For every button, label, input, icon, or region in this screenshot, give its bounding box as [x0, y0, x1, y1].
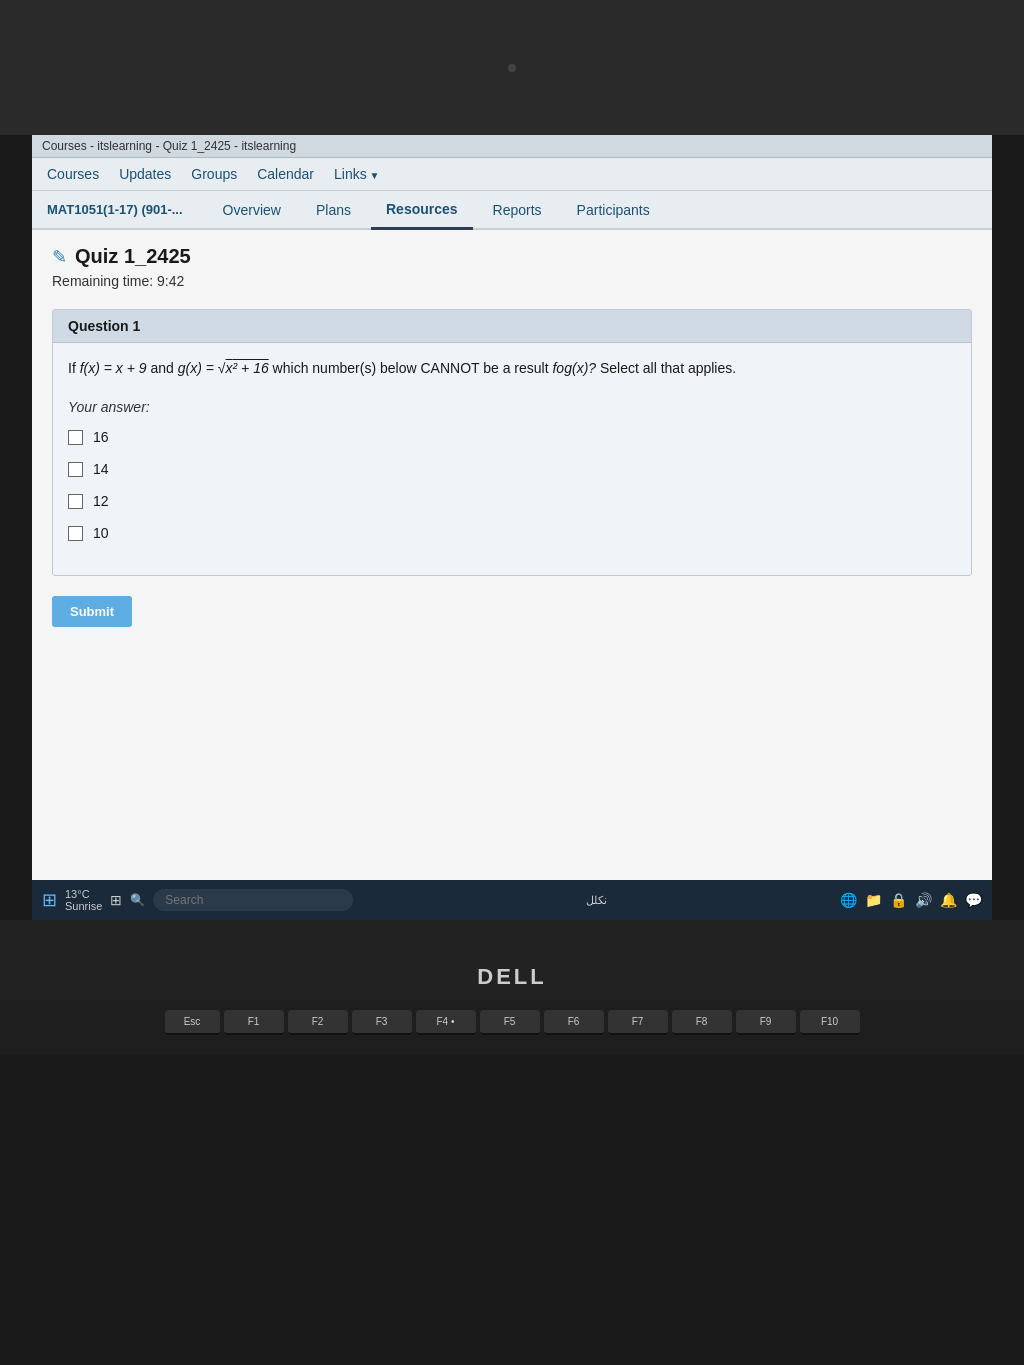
quiz-title: Quiz 1_2425: [75, 245, 191, 268]
laptop-bottom: DELL: [0, 920, 1024, 1000]
math-fx: f(x) = x + 9: [80, 360, 147, 376]
tab-reports[interactable]: Reports: [478, 192, 557, 228]
remaining-time-label: Remaining time:: [52, 273, 153, 289]
checkbox-14[interactable]: [68, 462, 83, 477]
remaining-time-value: 9:42: [157, 273, 184, 289]
taskbar: ⊞ 13°C Sunrise ⊞ 🔍 نكلل 🌐 📁 🔒 🔊 🔔 💬: [32, 880, 992, 920]
checkbox-10[interactable]: [68, 526, 83, 541]
key-f4[interactable]: F4 •: [416, 1010, 476, 1035]
taskbar-icon-3[interactable]: 🔒: [890, 892, 907, 908]
key-f3[interactable]: F3: [352, 1010, 412, 1035]
key-f9[interactable]: F9: [736, 1010, 796, 1035]
key-f8[interactable]: F8: [672, 1010, 732, 1035]
key-f1[interactable]: F1: [224, 1010, 284, 1035]
nav-groups[interactable]: Groups: [191, 166, 237, 182]
taskbar-icon-4[interactable]: 🔊: [915, 892, 932, 908]
course-breadcrumb[interactable]: MAT1051(1-17) (901-...: [47, 192, 193, 227]
taskbar-icon-1[interactable]: 🌐: [840, 892, 857, 908]
math-gx: g(x) = √x² + 16: [178, 360, 269, 376]
your-answer-label: Your answer:: [68, 399, 956, 415]
checkbox-12[interactable]: [68, 494, 83, 509]
tab-plans[interactable]: Plans: [301, 192, 366, 228]
math-fog: fog(x)?: [552, 360, 596, 376]
remaining-time: Remaining time: 9:42: [52, 273, 972, 289]
choice-14-label: 14: [93, 461, 109, 477]
key-f10[interactable]: F10: [800, 1010, 860, 1035]
taskbar-arabic-text: نكلل: [586, 894, 607, 907]
taskbar-right: 🌐 📁 🔒 🔊 🔔 💬: [840, 892, 982, 908]
taskbar-search-input[interactable]: [153, 889, 353, 911]
nav-links[interactable]: Links: [334, 166, 379, 182]
question-body: If f(x) = x + 9 and g(x) = √x² + 16 whic…: [53, 343, 971, 575]
weather-location: Sunrise: [65, 900, 102, 912]
taskbar-icon-2[interactable]: 📁: [865, 892, 882, 908]
quiz-icon: ✎: [52, 246, 67, 268]
keyboard-row-fn: Esc F1 F2 F3 F4 • F5 F6 F7 F8 F9 F10: [20, 1010, 1004, 1035]
choice-10-row: 10: [68, 523, 956, 543]
taskbar-middle: نكلل: [361, 894, 832, 907]
dell-logo: DELL: [477, 964, 546, 990]
choice-12-row: 12: [68, 491, 956, 511]
choice-16-label: 16: [93, 429, 109, 445]
screen: Courses - itslearning - Quiz 1_2425 - it…: [32, 135, 992, 920]
camera: [508, 64, 516, 72]
question-header: Question 1: [53, 310, 971, 343]
checkbox-16[interactable]: [68, 430, 83, 445]
key-esc-label: Esc: [173, 1016, 212, 1027]
question-text: If f(x) = x + 9 and g(x) = √x² + 16 whic…: [68, 358, 956, 379]
key-f2[interactable]: F2: [288, 1010, 348, 1035]
tab-overview[interactable]: Overview: [208, 192, 296, 228]
weather-temp: 13°C: [65, 888, 102, 900]
choice-12-label: 12: [93, 493, 109, 509]
top-nav: Courses Updates Groups Calendar Links: [32, 158, 992, 191]
search-icon: 🔍: [130, 893, 145, 907]
submit-button[interactable]: Submit: [52, 596, 132, 627]
taskbar-weather: 13°C Sunrise: [65, 888, 102, 912]
answer-choices: 16 14 12 10: [68, 427, 956, 570]
key-esc[interactable]: Esc: [165, 1010, 220, 1035]
taskbar-icon-6[interactable]: 💬: [965, 892, 982, 908]
quiz-header: ✎ Quiz 1_2425: [52, 245, 972, 268]
choice-14-row: 14: [68, 459, 956, 479]
tab-participants[interactable]: Participants: [562, 192, 665, 228]
main-content: ✎ Quiz 1_2425 Remaining time: 9:42 Quest…: [32, 230, 992, 880]
question-box: Question 1 If f(x) = x + 9 and g(x) = √x…: [52, 309, 972, 576]
taskbar-icon-5[interactable]: 🔔: [940, 892, 957, 908]
start-button[interactable]: ⊞: [42, 889, 57, 911]
browser-title: Courses - itslearning - Quiz 1_2425 - it…: [42, 139, 296, 153]
keyboard-area: Esc F1 F2 F3 F4 • F5 F6 F7 F8 F9 F10: [0, 1000, 1024, 1054]
nav-courses[interactable]: Courses: [47, 166, 99, 182]
choice-16-row: 16: [68, 427, 956, 447]
nav-updates[interactable]: Updates: [119, 166, 171, 182]
choice-10-label: 10: [93, 525, 109, 541]
course-tabs: MAT1051(1-17) (901-... Overview Plans Re…: [32, 191, 992, 230]
key-f6[interactable]: F6: [544, 1010, 604, 1035]
browser-bar: Courses - itslearning - Quiz 1_2425 - it…: [32, 135, 992, 158]
key-f7[interactable]: F7: [608, 1010, 668, 1035]
key-f5[interactable]: F5: [480, 1010, 540, 1035]
tab-resources[interactable]: Resources: [371, 191, 473, 230]
laptop-top-bezel: [0, 0, 1024, 135]
nav-calendar[interactable]: Calendar: [257, 166, 314, 182]
taskbar-grid-icon[interactable]: ⊞: [110, 892, 122, 908]
